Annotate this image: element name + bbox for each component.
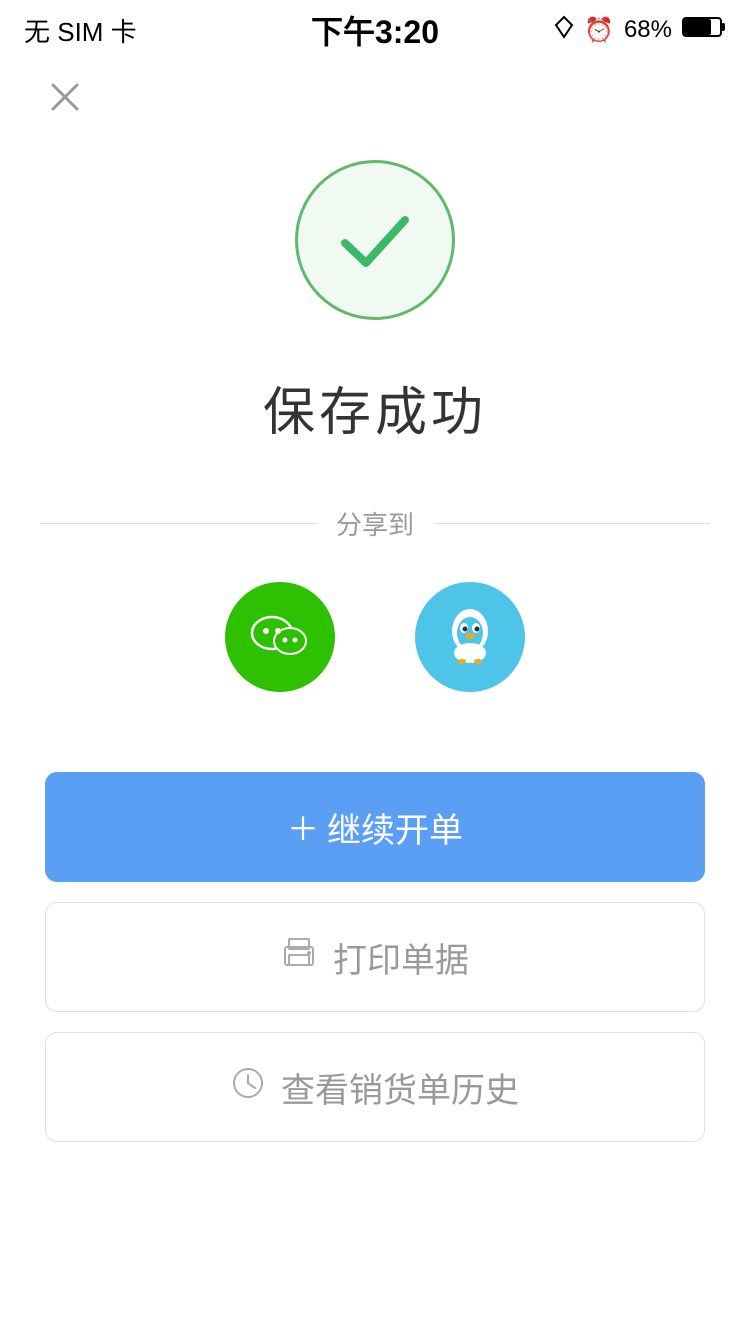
share-label: 分享到	[316, 505, 434, 542]
status-right: ⏰ 68%	[554, 15, 726, 46]
history-icon	[231, 1066, 265, 1109]
action-buttons: ＋ 继续开单 打印单据	[45, 772, 705, 1142]
battery-percent: 68%	[624, 16, 672, 44]
history-label: 查看销货单历史	[281, 1063, 519, 1112]
print-button[interactable]: 打印单据	[45, 902, 705, 1012]
print-icon	[281, 937, 317, 978]
continue-icon: ＋	[287, 804, 319, 850]
print-label: 打印单据	[333, 933, 469, 982]
location-icon	[554, 15, 574, 46]
wechat-share-button[interactable]	[225, 582, 335, 692]
sim-text: 无 SIM 卡	[24, 12, 137, 49]
history-button[interactable]: 查看销货单历史	[45, 1032, 705, 1142]
share-section: 分享到	[0, 505, 750, 692]
qq-share-button[interactable]	[415, 582, 525, 692]
success-title: 保存成功	[263, 370, 487, 445]
status-time: 下午3:20	[311, 7, 439, 53]
main-content: 保存成功 分享到	[0, 60, 750, 1142]
status-bar: 无 SIM 卡 下午3:20 ⏰ 68%	[0, 0, 750, 60]
alarm-icon: ⏰	[584, 16, 614, 45]
battery-icon	[682, 16, 726, 45]
status-left: 无 SIM 卡	[24, 12, 147, 49]
success-icon-circle	[295, 160, 455, 320]
share-icons	[225, 582, 525, 692]
continue-label: 继续开单	[327, 803, 463, 852]
continue-button[interactable]: ＋ 继续开单	[45, 772, 705, 882]
share-divider: 分享到	[0, 505, 750, 542]
close-button[interactable]	[40, 72, 90, 122]
